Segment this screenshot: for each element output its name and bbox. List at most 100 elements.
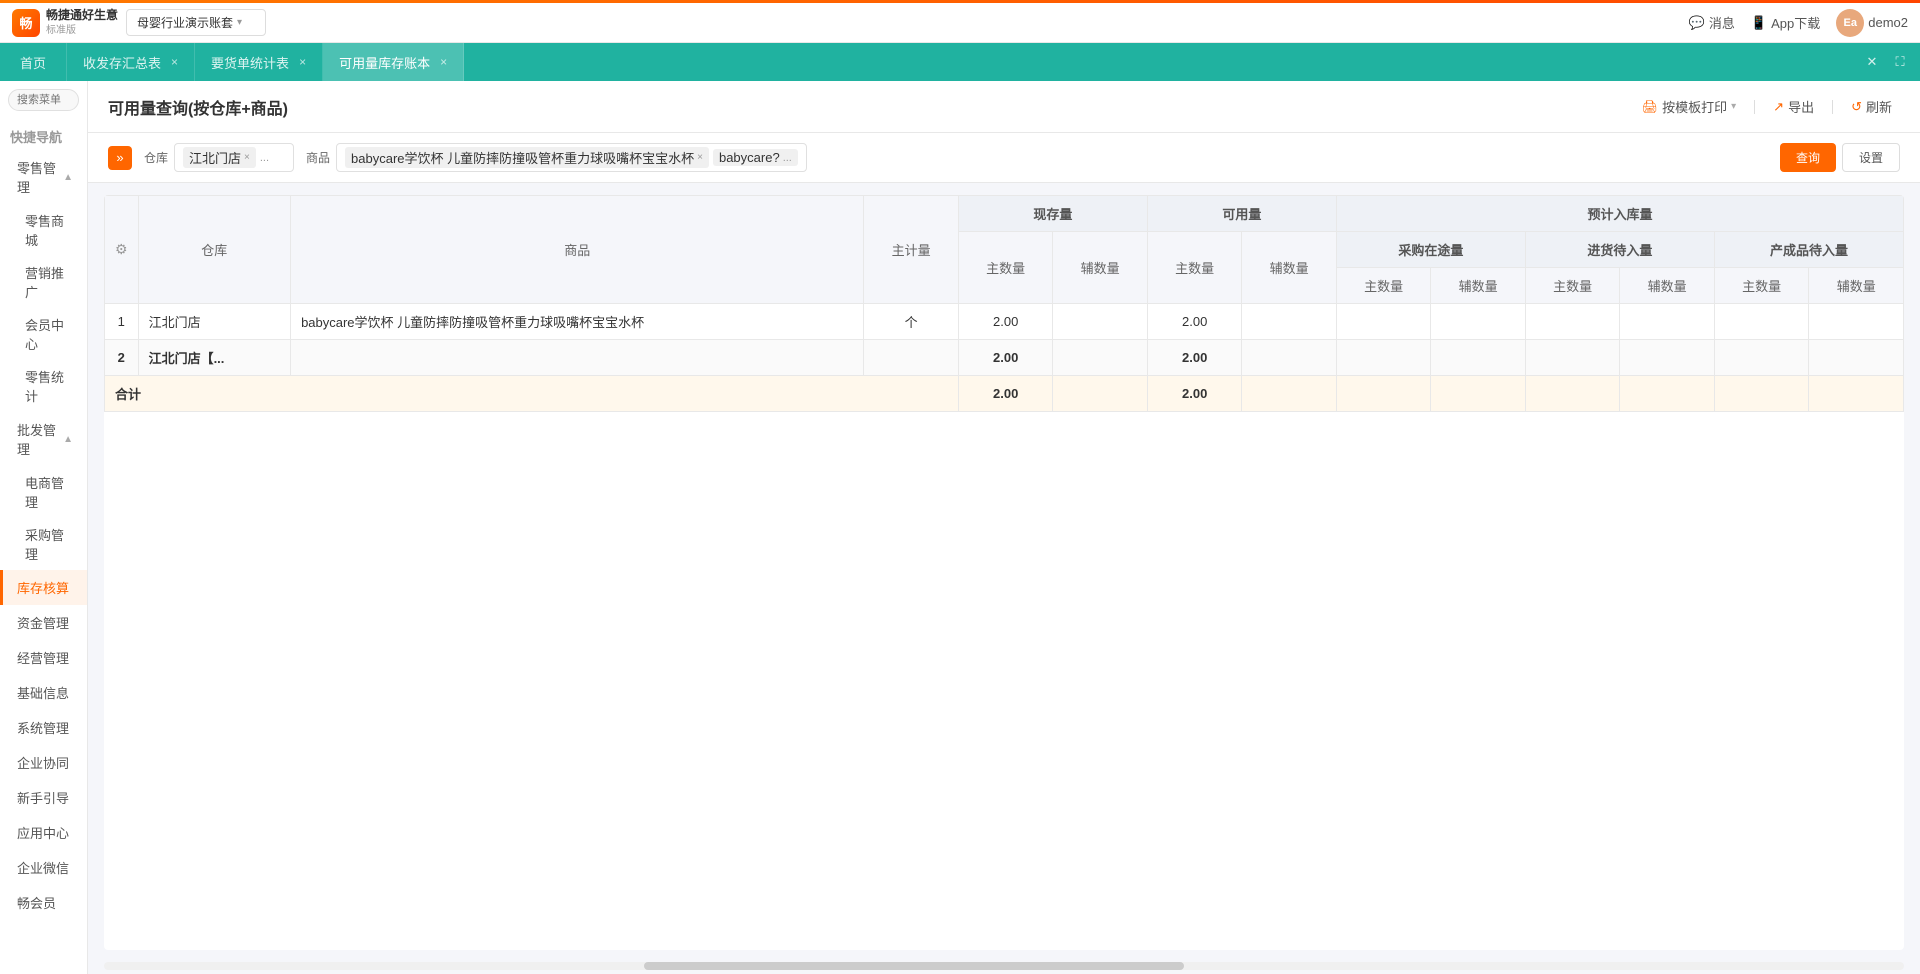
sidebar-item-members[interactable]: 会员中心 — [0, 308, 87, 360]
current-stock-group-header: 现存量 — [958, 196, 1147, 232]
row-purchase-aux — [1431, 304, 1526, 340]
subtotal-available-aux — [1242, 340, 1337, 376]
finished-aux-qty-header: 辅数量 — [1809, 268, 1904, 304]
sidebar-item-system[interactable]: 系统管理 — [0, 710, 87, 745]
footer-incoming-main — [1525, 376, 1620, 412]
row-finished-aux — [1809, 304, 1904, 340]
purchase-main-qty-header: 主数量 — [1336, 268, 1431, 304]
subtotal-available-main: 2.00 — [1147, 340, 1242, 376]
product-tag-babycare-more: babycare? ... — [713, 149, 798, 166]
row-incoming-aux — [1620, 304, 1715, 340]
tab-close-available-stock[interactable]: × — [440, 55, 447, 69]
print-by-template-button[interactable]: 🖨 按模板打印 ▾ — [1634, 93, 1745, 120]
page-header: 可用量查询(按仓库+商品) 🖨 按模板打印 ▾ ↗ 导出 ↺ 刷新 — [88, 81, 1920, 133]
remove-product-tag[interactable]: × — [697, 152, 703, 163]
top-bar: 畅 畅捷通好生意 标准版 母婴行业演示账套 ▾ 💬 消息 📱 App下载 Ea … — [0, 3, 1920, 43]
sidebar-item-operations[interactable]: 经营管理 — [0, 640, 87, 675]
tab-close-order-stats[interactable]: × — [299, 55, 306, 69]
planned-group-header: 预计入库量 — [1336, 196, 1903, 232]
tab-receive-send[interactable]: 收发存汇总表 × — [67, 43, 195, 81]
sidebar-item-enterprise[interactable]: 企业协同 — [0, 745, 87, 780]
product-col-header: 商品 — [291, 196, 864, 304]
footer-purchase-main — [1336, 376, 1431, 412]
purchase-aux-qty-header: 辅数量 — [1431, 268, 1526, 304]
row-unit: 个 — [864, 304, 959, 340]
sidebar-item-wholesale-management[interactable]: 批发管理 ▲ — [0, 412, 87, 466]
footer-available-aux — [1242, 376, 1337, 412]
refresh-icon: ↺ — [1851, 99, 1862, 115]
subtotal-unit — [864, 340, 959, 376]
sidebar-item-inventory[interactable]: 库存核算 — [0, 570, 87, 605]
warehouse-tag-jiangbei: 江北门店 × — [183, 147, 256, 168]
footer-purchase-aux — [1431, 376, 1526, 412]
message-button[interactable]: 💬 消息 — [1689, 13, 1735, 32]
logo-area: 畅 畅捷通好生意 标准版 — [12, 8, 118, 37]
footer-finished-main — [1714, 376, 1809, 412]
refresh-button[interactable]: ↺ 刷新 — [1843, 93, 1900, 120]
footer-finished-aux — [1809, 376, 1904, 412]
tab-home[interactable]: 首页 — [0, 43, 67, 81]
subtotal-finished-aux — [1809, 340, 1904, 376]
incoming-main-qty-header: 主数量 — [1525, 268, 1620, 304]
sidebar-item-ecommerce[interactable]: 电商管理 — [0, 466, 87, 518]
sidebar-quick-nav-label[interactable]: 快捷导航 — [0, 119, 87, 150]
row-current-aux — [1053, 304, 1148, 340]
sidebar-item-wechat-work[interactable]: 企业微信 — [0, 850, 87, 885]
available-main-qty-header: 主数量 — [1147, 232, 1242, 304]
horizontal-scrollbar[interactable] — [104, 962, 1904, 970]
app-download-button[interactable]: 📱 App下载 — [1751, 13, 1820, 32]
warehouse-filter-field: 仓库 江北门店 × ... — [144, 143, 294, 172]
sidebar-item-retail-mall[interactable]: 零售商城 — [0, 204, 87, 256]
industry-selector[interactable]: 母婴行业演示账套 ▾ — [126, 9, 266, 36]
subtotal-purchase-aux — [1431, 340, 1526, 376]
incoming-group-header: 进货待入量 — [1525, 232, 1714, 268]
remove-warehouse-tag[interactable]: × — [244, 152, 250, 163]
main-layout: 快捷导航 零售管理 ▲ 零售商城 营销推广 会员中心 零售统计 批发管理 ▲ — [0, 81, 1920, 974]
row-current-main: 2.00 — [958, 304, 1053, 340]
sidebar-item-retail-stats[interactable]: 零售统计 — [0, 360, 87, 412]
sidebar-item-basics[interactable]: 基础信息 — [0, 675, 87, 710]
subtotal-current-aux — [1053, 340, 1148, 376]
sidebar-item-procurement[interactable]: 采购管理 — [0, 518, 87, 570]
sidebar-item-appstore[interactable]: 应用中心 — [0, 815, 87, 850]
product-input[interactable]: babycare学饮杯 儿童防摔防撞吸管杯重力球吸嘴杯宝宝水杯 × babyca… — [336, 143, 807, 172]
subtotal-product — [291, 340, 864, 376]
expand-filter-button[interactable]: » — [108, 146, 132, 170]
export-icon: ↗ — [1773, 99, 1784, 115]
tab-close-all-button[interactable]: ✕ — [1860, 50, 1884, 74]
query-button[interactable]: 查询 — [1780, 143, 1836, 172]
export-button[interactable]: ↗ 导出 — [1765, 93, 1822, 120]
user-avatar-area[interactable]: Ea demo2 — [1836, 9, 1908, 37]
sidebar-item-newguide[interactable]: 新手引导 — [0, 780, 87, 815]
tab-order-stats[interactable]: 要货单统计表 × — [195, 43, 323, 81]
subtotal-row-num: 2 — [105, 340, 139, 376]
warehouse-input[interactable]: 江北门店 × ... — [174, 143, 294, 172]
row-available-main: 2.00 — [1147, 304, 1242, 340]
tab-available-stock[interactable]: 可用量库存账本 × — [323, 43, 464, 81]
subtotal-incoming-aux — [1620, 340, 1715, 376]
sidebar-item-zero-sales-management[interactable]: 零售管理 ▲ — [0, 150, 87, 204]
filter-row: » 仓库 江北门店 × ... 商品 babycare学饮杯 儿童防摔防撞吸管杯… — [88, 133, 1920, 183]
sidebar-item-finance[interactable]: 资金管理 — [0, 605, 87, 640]
gear-icon[interactable]: ⚙ — [115, 241, 128, 257]
logo-icon: 畅 — [12, 9, 40, 37]
scroll-thumb[interactable] — [644, 962, 1184, 970]
current-main-qty-header: 主数量 — [958, 232, 1053, 304]
sidebar-expand-icon-2: ▲ — [63, 434, 73, 445]
footer-current-aux — [1053, 376, 1148, 412]
sidebar-item-marketing[interactable]: 营销推广 — [0, 256, 87, 308]
search-input[interactable] — [8, 89, 79, 111]
product-filter-field: 商品 babycare学饮杯 儿童防摔防撞吸管杯重力球吸嘴杯宝宝水杯 × bab… — [306, 143, 807, 172]
finished-main-qty-header: 主数量 — [1714, 268, 1809, 304]
tab-fullscreen-button[interactable]: ⛶ — [1888, 50, 1912, 74]
tab-close-receive-send[interactable]: × — [171, 55, 178, 69]
footer-label: 合计 — [105, 376, 959, 412]
available-aux-qty-header: 辅数量 — [1242, 232, 1337, 304]
unit-col-header: 主计量 — [864, 196, 959, 304]
content-area: 可用量查询(按仓库+商品) 🖨 按模板打印 ▾ ↗ 导出 ↺ 刷新 — [88, 81, 1920, 974]
subtotal-incoming-main — [1525, 340, 1620, 376]
settings-button[interactable]: 设置 — [1842, 143, 1900, 172]
finished-group-header: 产成品待入量 — [1714, 232, 1903, 268]
row-finished-main — [1714, 304, 1809, 340]
sidebar-item-vip[interactable]: 畅会员 — [0, 885, 87, 920]
